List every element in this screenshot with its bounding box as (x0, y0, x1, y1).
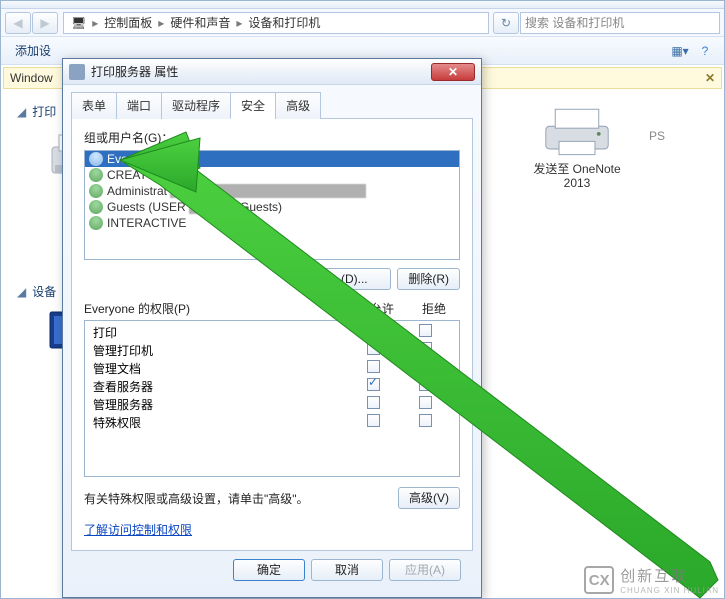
allow-checkbox[interactable] (367, 396, 380, 409)
tab-ports[interactable]: 端口 (116, 92, 162, 119)
remove-button[interactable]: 删除(R) (397, 268, 460, 290)
cancel-button[interactable]: 取消 (311, 559, 383, 581)
breadcrumb-item[interactable]: 硬件和声音 (170, 14, 230, 31)
add-device-button[interactable]: 添加设 (9, 39, 57, 62)
advanced-button[interactable]: 高级(V) (398, 487, 460, 509)
window-titlebar (1, 1, 724, 9)
watermark-text: 创新互联 (620, 565, 719, 586)
dialog-icon (69, 64, 85, 80)
permission-name: 管理文档 (93, 360, 347, 377)
users-listbox[interactable]: Everyone CREATOR OW Administrat XXXXXXXX… (84, 150, 460, 260)
permission-name: 管理服务器 (93, 396, 347, 413)
user-icon (89, 184, 103, 198)
close-button[interactable]: ✕ (431, 63, 475, 81)
nav-forward-button[interactable]: ▶ (32, 12, 58, 34)
deny-checkbox[interactable] (419, 342, 432, 355)
tab-drivers[interactable]: 驱动程序 (161, 92, 231, 119)
permission-name: 特殊权限 (93, 414, 347, 431)
apply-button[interactable]: 应用(A) (389, 559, 461, 581)
user-name: Everyone (107, 152, 158, 166)
deny-checkbox[interactable] (419, 414, 432, 427)
collapse-icon: ◢ (17, 285, 26, 299)
allow-checkbox[interactable] (367, 342, 380, 355)
deny-header: 拒绝 (408, 300, 460, 320)
breadcrumb-item[interactable]: 设备和打印机 (248, 14, 320, 31)
device-onenote[interactable]: 发送至 OneNote 2013 (522, 103, 632, 191)
nav-bar: ◀ ▶ 🖥 ▸ 控制面板 ▸ 硬件和声音 ▸ 设备和打印机 ↻ 搜索 设备和打印… (1, 9, 724, 37)
properties-dialog: 打印服务器 属性 ✕ 表单 端口 驱动程序 安全 高级 组或用户名(G)： Ev… (62, 58, 482, 598)
advanced-text: 有关特殊权限或高级设置，请单击"高级"。 (84, 490, 392, 507)
allow-header: 允许 (356, 300, 408, 320)
learn-link[interactable]: 了解访问控制和权限 (84, 523, 192, 537)
refresh-button[interactable]: ↻ (493, 12, 519, 34)
search-placeholder: 搜索 设备和打印机 (525, 14, 624, 31)
add-button[interactable]: (D)... (317, 268, 391, 290)
user-item[interactable]: CREATOR OW (85, 167, 459, 183)
permission-name: 打印 (93, 324, 347, 341)
user-icon (89, 168, 103, 182)
dialog-titlebar[interactable]: 打印服务器 属性 ✕ (63, 59, 481, 85)
user-item[interactable]: Administrat XXXXXXXXXXXXXXXXXXXXXXXX (85, 183, 459, 199)
allow-checkbox[interactable] (367, 360, 380, 373)
user-item-everyone[interactable]: Everyone (85, 151, 459, 167)
tab-security[interactable]: 安全 (230, 92, 276, 119)
deny-checkbox[interactable] (419, 378, 432, 391)
allow-checkbox[interactable] (367, 378, 380, 391)
breadcrumb[interactable]: 🖥 ▸ 控制面板 ▸ 硬件和声音 ▸ 设备和打印机 (63, 12, 489, 34)
breadcrumb-item[interactable]: 控制面板 (104, 14, 152, 31)
dialog-title: 打印服务器 属性 (91, 63, 178, 80)
deny-checkbox[interactable] (419, 360, 432, 373)
user-item[interactable]: Guests (USER XXXX ID\Guests) (85, 199, 459, 215)
deny-checkbox[interactable] (419, 396, 432, 409)
separator-icon: ▸ (92, 16, 98, 30)
ok-button[interactable]: 确定 (233, 559, 305, 581)
watermark-icon: CX (584, 566, 614, 594)
collapse-icon: ◢ (17, 105, 26, 119)
info-bar-close[interactable]: ✕ (705, 71, 715, 85)
censored-text: XXXXXXXXXXXXXXXXXXXXXXXX (170, 184, 366, 198)
watermark-sub: CHUANG XIN HULIAN (620, 586, 719, 595)
info-bar-text: Window (10, 71, 53, 85)
user-name: CREATOR OW (107, 168, 189, 182)
tab-forms[interactable]: 表单 (71, 92, 117, 119)
dialog-footer: 确定 取消 应用(A) (71, 551, 473, 589)
permission-row: 特殊权限 (93, 413, 451, 431)
tab-strip: 表单 端口 驱动程序 安全 高级 (71, 91, 473, 119)
user-name: Administrat (107, 184, 167, 198)
user-name: INTERACTIVE (107, 216, 186, 230)
user-icon (89, 200, 103, 214)
user-icon (89, 216, 103, 230)
deny-checkbox[interactable] (419, 324, 432, 337)
permissions-label: Everyone 的权限(P) (84, 300, 356, 317)
censored-text: XXXX (189, 200, 225, 214)
tab-advanced[interactable]: 高级 (275, 92, 321, 119)
permission-name: 查看服务器 (93, 378, 347, 395)
group-label: 设备 (32, 283, 56, 300)
user-name-suffix: ID\Guests) (225, 200, 282, 214)
user-item[interactable]: INTERACTIVE (85, 215, 459, 231)
allow-checkbox[interactable] (367, 324, 380, 337)
tab-panel-security: 组或用户名(G)： Everyone CREATOR OW Administra… (71, 119, 473, 551)
user-name: Guests (USER (107, 200, 186, 214)
separator-icon: ▸ (236, 16, 242, 30)
computer-icon: 🖥 (71, 16, 86, 30)
group-label: 打印 (32, 103, 56, 120)
permission-name: 管理打印机 (93, 342, 347, 359)
allow-checkbox[interactable] (367, 414, 380, 427)
printer-icon (542, 103, 612, 158)
watermark: CX 创新互联 CHUANG XIN HULIAN (584, 565, 719, 595)
device-label: 发送至 OneNote (522, 162, 632, 176)
device-label: 2013 (522, 176, 632, 190)
search-input[interactable]: 搜索 设备和打印机 (520, 12, 720, 34)
user-icon (89, 152, 103, 166)
separator-icon: ▸ (158, 16, 164, 30)
permissions-table: 打印管理打印机管理文档查看服务器管理服务器特殊权限 (84, 320, 460, 477)
nav-back-button[interactable]: ◀ (5, 12, 31, 34)
help-button[interactable]: ? (694, 41, 716, 61)
groups-label: 组或用户名(G)： (84, 129, 460, 146)
view-dropdown[interactable]: ▦▾ (669, 41, 691, 61)
